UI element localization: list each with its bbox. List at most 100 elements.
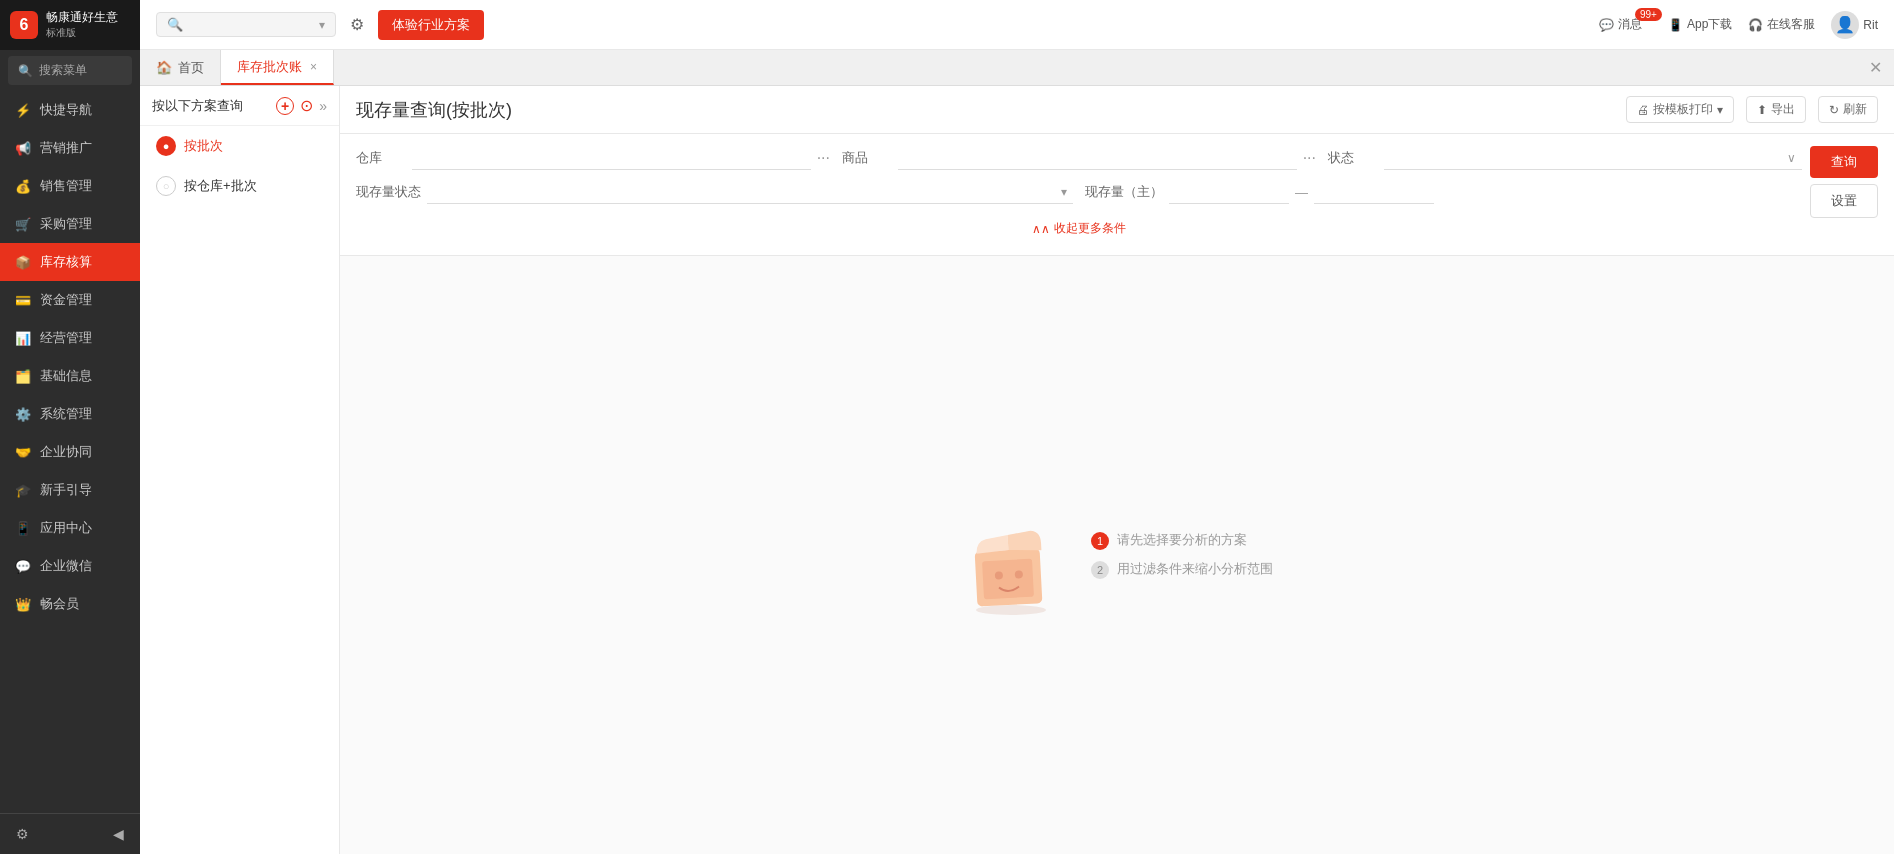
scheme-settings-icon[interactable]: ⊙ bbox=[300, 96, 313, 115]
messages-btn[interactable]: 💬 消息 99+ bbox=[1599, 16, 1652, 33]
status-label: 状态 bbox=[1328, 149, 1378, 167]
sidebar-item-finance[interactable]: 💳 资金管理 bbox=[0, 281, 140, 319]
empty-state: 1 请先选择要分析的方案 2 用过滤条件来缩小分析范围 bbox=[340, 256, 1894, 854]
tab-inventory-batch[interactable]: 库存批次账 × bbox=[221, 50, 334, 85]
sidebar-item-label: 快捷导航 bbox=[40, 101, 92, 119]
stock-status-label: 现存量状态 bbox=[356, 183, 421, 201]
sidebar-item-label: 资金管理 bbox=[40, 291, 92, 309]
content-area: 按以下方案查询 + ⊙ » ● 按批次 ○ 按仓库+批次 现存量查询(按批次) bbox=[140, 86, 1894, 854]
sidebar-collapse-btn[interactable]: ◀ bbox=[109, 822, 128, 846]
warehouse-label: 仓库 bbox=[356, 149, 406, 167]
sidebar-item-label: 基础信息 bbox=[40, 367, 92, 385]
svg-rect-2 bbox=[982, 559, 1034, 600]
step2-text: 用过滤条件来缩小分析范围 bbox=[1117, 560, 1273, 578]
sidebar-item-basic[interactable]: 🗂️ 基础信息 bbox=[0, 357, 140, 395]
scheme-by-warehouse-batch-label: 按仓库+批次 bbox=[184, 177, 257, 195]
stock-qty-min-input[interactable] bbox=[1169, 180, 1289, 204]
message-icon: 💬 bbox=[1599, 18, 1614, 32]
user-profile[interactable]: 👤 Rit bbox=[1831, 11, 1878, 39]
sidebar-footer: ⚙ ◀ bbox=[0, 813, 140, 854]
filter-settings-btn[interactable]: 设置 bbox=[1810, 184, 1878, 218]
online-service-btn[interactable]: 🎧 在线客服 bbox=[1748, 16, 1815, 33]
topbar-search-input[interactable] bbox=[189, 18, 313, 32]
sidebar-item-guide[interactable]: 🎓 新手引导 bbox=[0, 471, 140, 509]
print-label: 按模板打印 bbox=[1653, 101, 1713, 118]
filter-warehouse: 仓库 ··· bbox=[356, 146, 830, 170]
topbar-search-icon: 🔍 bbox=[167, 17, 183, 32]
page-title: 现存量查询(按批次) bbox=[356, 98, 512, 122]
filter-actions: 查询 设置 bbox=[1810, 146, 1878, 243]
sidebar-search[interactable]: 🔍 搜索菜单 bbox=[8, 56, 132, 85]
sidebar-item-enterprise[interactable]: 🤝 企业协同 bbox=[0, 433, 140, 471]
left-panel: 按以下方案查询 + ⊙ » ● 按批次 ○ 按仓库+批次 bbox=[140, 86, 340, 854]
empty-box-svg bbox=[961, 505, 1061, 615]
print-btn[interactable]: 🖨 按模板打印 ▾ bbox=[1626, 96, 1734, 123]
app-logo: 6 bbox=[10, 11, 38, 39]
export-btn[interactable]: ⬆ 导出 bbox=[1746, 96, 1806, 123]
export-label: 导出 bbox=[1771, 101, 1795, 118]
sidebar-item-purchase[interactable]: 🛒 采购管理 bbox=[0, 205, 140, 243]
status-select[interactable]: ∨ bbox=[1384, 147, 1802, 170]
svg-point-0 bbox=[976, 605, 1046, 615]
sidebar-item-wechat[interactable]: 💬 企业微信 bbox=[0, 547, 140, 585]
scheme-by-warehouse-batch[interactable]: ○ 按仓库+批次 bbox=[140, 166, 339, 206]
status-select-arrow: ∨ bbox=[1787, 151, 1796, 165]
phone-icon: 📱 bbox=[1668, 18, 1683, 32]
stock-status-select[interactable]: ▾ bbox=[427, 181, 1073, 204]
sidebar-item-inventory[interactable]: 📦 库存核算 bbox=[0, 243, 140, 281]
tabbar: 🏠 首页 库存批次账 × ✕ bbox=[140, 50, 1894, 86]
stock-qty-dash: — bbox=[1295, 185, 1308, 200]
system-icon: ⚙️ bbox=[14, 405, 32, 423]
app-download-btn[interactable]: 📱 App下载 bbox=[1668, 16, 1732, 33]
product-dots[interactable]: ··· bbox=[1303, 149, 1316, 167]
scheme-by-batch-icon: ● bbox=[156, 136, 176, 156]
tab-bar-close-btn[interactable]: ✕ bbox=[1857, 58, 1894, 77]
topbar-gear-icon[interactable]: ⚙ bbox=[346, 11, 368, 38]
refresh-btn[interactable]: ↻ 刷新 bbox=[1818, 96, 1878, 123]
product-input[interactable] bbox=[898, 146, 1297, 170]
sidebar-item-sales[interactable]: 💰 销售管理 bbox=[0, 167, 140, 205]
sidebar-nav: ⚡ 快捷导航 📢 营销推广 💰 销售管理 🛒 采购管理 📦 库存核算 💳 资金管… bbox=[0, 91, 140, 813]
enterprise-icon: 🤝 bbox=[14, 443, 32, 461]
experience-btn[interactable]: 体验行业方案 bbox=[378, 10, 484, 40]
tab-home[interactable]: 🏠 首页 bbox=[140, 50, 221, 85]
tab-home-label: 首页 bbox=[178, 59, 204, 77]
page-header-actions: 🖨 按模板打印 ▾ ⬆ 导出 ↻ 刷新 bbox=[1626, 96, 1878, 123]
sidebar-item-app-center[interactable]: 📱 应用中心 bbox=[0, 509, 140, 547]
sidebar-item-quick-nav[interactable]: ⚡ 快捷导航 bbox=[0, 91, 140, 129]
step2-num: 2 bbox=[1091, 561, 1109, 579]
sidebar-item-system[interactable]: ⚙️ 系统管理 bbox=[0, 395, 140, 433]
product-label: 商品 bbox=[842, 149, 892, 167]
collapse-filter-btn[interactable]: ∧∧ 收起更多条件 bbox=[356, 214, 1802, 243]
stock-qty-label: 现存量（主） bbox=[1085, 183, 1163, 201]
collapse-filter-label: 收起更多条件 bbox=[1054, 220, 1126, 237]
sidebar-item-marketing[interactable]: 📢 营销推广 bbox=[0, 129, 140, 167]
left-panel-header: 按以下方案查询 + ⊙ » bbox=[140, 86, 339, 126]
add-scheme-btn[interactable]: + bbox=[276, 97, 294, 115]
scheme-by-batch-label: 按批次 bbox=[184, 137, 223, 155]
empty-text: 1 请先选择要分析的方案 2 用过滤条件来缩小分析范围 bbox=[1091, 531, 1273, 579]
topbar-search-box[interactable]: 🔍 ▾ bbox=[156, 12, 336, 37]
purchase-icon: 🛒 bbox=[14, 215, 32, 233]
basic-icon: 🗂️ bbox=[14, 367, 32, 385]
empty-step-1: 1 请先选择要分析的方案 bbox=[1091, 531, 1273, 550]
tab-close-icon[interactable]: × bbox=[310, 60, 317, 74]
filter-row-1: 仓库 ··· 商品 ··· 状态 bbox=[356, 146, 1802, 170]
sidebar-item-label: 企业微信 bbox=[40, 557, 92, 575]
sidebar-settings-btn[interactable]: ⚙ bbox=[12, 822, 33, 846]
query-btn[interactable]: 查询 bbox=[1810, 146, 1878, 178]
warehouse-input[interactable] bbox=[412, 146, 811, 170]
warehouse-dots[interactable]: ··· bbox=[817, 149, 830, 167]
left-panel-collapse-icon[interactable]: » bbox=[319, 98, 327, 114]
username-label: Rit bbox=[1863, 18, 1878, 32]
stock-qty-max-input[interactable] bbox=[1314, 180, 1434, 204]
sidebar-item-label: 营销推广 bbox=[40, 139, 92, 157]
refresh-label: 刷新 bbox=[1843, 101, 1867, 118]
scheme-by-batch[interactable]: ● 按批次 bbox=[140, 126, 339, 166]
topbar: 🔍 ▾ ⚙ 体验行业方案 💬 消息 99+ 📱 App下载 🎧 在线客服 bbox=[140, 0, 1894, 50]
app-version: 标准版 bbox=[46, 26, 118, 40]
sidebar-item-label: 经营管理 bbox=[40, 329, 92, 347]
sidebar-item-vip[interactable]: 👑 畅会员 bbox=[0, 585, 140, 623]
sidebar-item-operation[interactable]: 📊 经营管理 bbox=[0, 319, 140, 357]
vip-icon: 👑 bbox=[14, 595, 32, 613]
